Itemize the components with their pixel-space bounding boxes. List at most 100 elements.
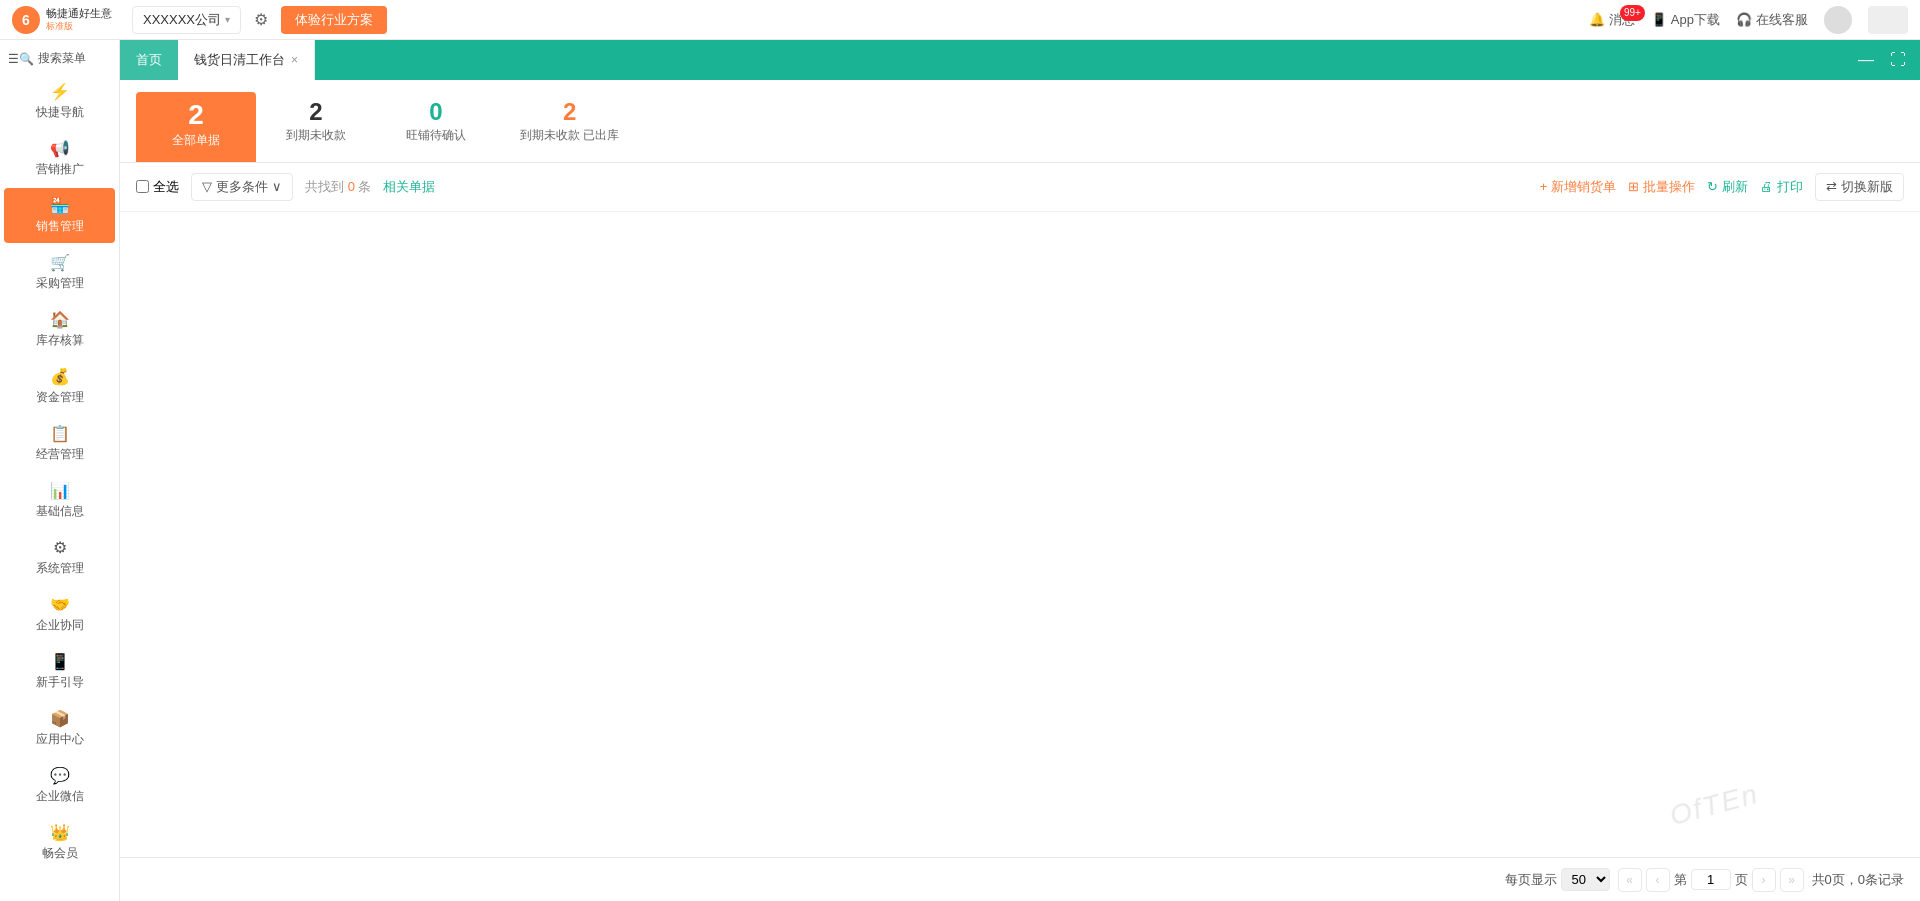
last-page-button[interactable]: » [1780, 868, 1804, 892]
sidebar-item-cooperation[interactable]: 🤝 企业协同 [4, 587, 115, 642]
page-number-input[interactable] [1691, 869, 1731, 890]
tab-active[interactable]: 钱货日清工作台 × [178, 40, 315, 80]
sidebar-item-label-quick-nav: 快捷导航 [36, 104, 84, 121]
search-menu-item[interactable]: ☰🔍 搜索菜单 [0, 44, 119, 73]
stat-tab-overdue[interactable]: 2 到期未收款 [256, 92, 376, 162]
app-download-button[interactable]: 📱 App下载 [1651, 11, 1720, 29]
sidebar-item-quick-nav[interactable]: ⚡ 快捷导航 [4, 74, 115, 129]
sidebar-item-label-marketing: 营销推广 [36, 161, 84, 178]
sidebar-item-wechat[interactable]: 💬 企业微信 [4, 758, 115, 813]
select-all-label: 全选 [153, 178, 179, 196]
pagination: 每页显示 50 « ‹ 第 页 › » 共0页，0条记录 [120, 857, 1920, 901]
member-icon: 👑 [50, 823, 70, 842]
first-page-button[interactable]: « [1618, 868, 1642, 892]
sidebar-item-inventory[interactable]: 🏠 库存核算 [4, 302, 115, 357]
stat-label-shipped: 到期未收款 已出库 [520, 127, 619, 144]
total-records-label: 共0页，0条记录 [1812, 871, 1904, 889]
add-sales-order-button[interactable]: + 新增销货单 [1540, 178, 1616, 196]
stat-tab-pending[interactable]: 0 旺铺待确认 [376, 92, 496, 162]
batch-operation-button[interactable]: ⊞ 批量操作 [1628, 178, 1695, 196]
search-icon: ☰🔍 [8, 52, 34, 66]
page-size-selector: 每页显示 50 [1505, 868, 1610, 891]
stat-label-all: 全部单据 [172, 132, 220, 149]
filter-button[interactable]: ▽ 更多条件 ∨ [191, 173, 293, 201]
guide-icon: 📱 [50, 652, 70, 671]
sidebar-item-base-info[interactable]: 📊 基础信息 [4, 473, 115, 528]
sidebar-item-label-base-info: 基础信息 [36, 503, 84, 520]
sidebar-item-label-operations: 经营管理 [36, 446, 84, 463]
sidebar-item-member[interactable]: 👑 畅会员 [4, 815, 115, 870]
sidebar-item-guide[interactable]: 📱 新手引导 [4, 644, 115, 699]
sidebar-item-label-purchase: 采购管理 [36, 275, 84, 292]
stat-label-pending: 旺铺待确认 [406, 127, 466, 144]
toolbar-right: + 新增销货单 ⊞ 批量操作 ↻ 刷新 🖨 打印 ⇄ [1540, 173, 1904, 201]
filter-label: 更多条件 [216, 178, 268, 196]
switch-icon: ⇄ [1826, 179, 1837, 194]
system-icon: ⚙ [53, 538, 67, 557]
sidebar-item-app-center[interactable]: 📦 应用中心 [4, 701, 115, 756]
page-size-select-input[interactable]: 50 [1561, 868, 1610, 891]
next-page-button[interactable]: › [1752, 868, 1776, 892]
avatar[interactable] [1824, 6, 1852, 34]
sidebar-item-label-system: 系统管理 [36, 560, 84, 577]
operations-icon: 📋 [50, 424, 70, 443]
select-all-input[interactable] [136, 180, 149, 193]
sidebar-item-label-sales: 销售管理 [36, 218, 84, 235]
stat-num-pending: 0 [429, 98, 442, 127]
page-navigation: « ‹ 第 页 › » [1618, 868, 1804, 892]
wechat-icon: 💬 [50, 766, 70, 785]
user-name-block[interactable] [1868, 6, 1908, 34]
sidebar-item-purchase[interactable]: 🛒 采购管理 [4, 245, 115, 300]
purchase-icon: 🛒 [50, 253, 70, 272]
sidebar-item-label-inventory: 库存核算 [36, 332, 84, 349]
found-num: 0 [348, 179, 355, 194]
sidebar-item-operations[interactable]: 📋 经营管理 [4, 416, 115, 471]
switch-version-button[interactable]: ⇄ 切换新版 [1815, 173, 1904, 201]
logo-area: 6 畅捷通好生意 标准版 [12, 6, 132, 34]
sidebar-item-sales[interactable]: 🏪 销售管理 [4, 188, 115, 243]
logo-badge: 标准版 [46, 20, 112, 33]
refresh-button[interactable]: ↻ 刷新 [1707, 178, 1748, 196]
sales-icon: 🏪 [50, 196, 70, 215]
stat-label-overdue: 到期未收款 [286, 127, 346, 144]
sidebar: ☰🔍 搜索菜单 ⚡ 快捷导航 📢 营销推广 🏪 销售管理 🛒 采购管理 🏠 库存… [0, 40, 120, 901]
sidebar-item-finance[interactable]: 💰 资金管理 [4, 359, 115, 414]
sidebar-item-label-finance: 资金管理 [36, 389, 84, 406]
toolbar: 全选 ▽ 更多条件 ∨ 共找到 0 条 相关单据 + 新增销货单 ⊞ [120, 163, 1920, 212]
print-label: 打印 [1777, 178, 1803, 196]
main-layout: ☰🔍 搜索菜单 ⚡ 快捷导航 📢 营销推广 🏪 销售管理 🛒 采购管理 🏠 库存… [0, 40, 1920, 901]
maximize-icon[interactable]: ⛶ [1884, 46, 1912, 74]
online-service-button[interactable]: 🎧 在线客服 [1736, 11, 1808, 29]
message-badge: 99+ [1620, 5, 1645, 21]
sidebar-item-system[interactable]: ⚙ 系统管理 [4, 530, 115, 585]
batch-label: 批量操作 [1643, 178, 1695, 196]
stat-tab-all[interactable]: 2 全部单据 [136, 92, 256, 162]
tab-active-label: 钱货日清工作台 [194, 51, 285, 69]
print-icon: 🖨 [1760, 179, 1773, 194]
message-button[interactable]: 🔔 消息 99+ [1589, 11, 1635, 29]
download-icon: 📱 [1651, 12, 1667, 27]
refresh-icon: ↻ [1707, 179, 1718, 194]
refresh-label: 刷新 [1722, 178, 1748, 196]
service-icon: 🎧 [1736, 12, 1752, 27]
company-selector[interactable]: XXXXXX公司 ▾ [132, 6, 241, 34]
page-suffix: 页 [1735, 871, 1748, 889]
logo-icon: 6 [12, 6, 40, 34]
print-button[interactable]: 🖨 打印 [1760, 178, 1803, 196]
settings-icon[interactable]: ⚙ [247, 6, 275, 34]
select-all-checkbox[interactable]: 全选 [136, 178, 179, 196]
cooperation-icon: 🤝 [50, 595, 70, 614]
related-link[interactable]: 相关单据 [383, 178, 435, 196]
trial-button[interactable]: 体验行业方案 [281, 6, 387, 34]
search-menu-label: 搜索菜单 [38, 50, 86, 67]
close-tab-icon[interactable]: × [291, 53, 298, 67]
sidebar-item-label-member: 畅会员 [42, 845, 78, 862]
per-page-label: 每页显示 [1505, 871, 1557, 889]
prev-page-button[interactable]: ‹ [1646, 868, 1670, 892]
minimize-icon[interactable]: — [1852, 46, 1880, 74]
quick-nav-icon: ⚡ [50, 82, 70, 101]
stat-tab-shipped[interactable]: 2 到期未收款 已出库 [496, 92, 643, 162]
stats-tabs: 2 全部单据 2 到期未收款 0 旺铺待确认 2 到期未收款 已出库 [120, 80, 1920, 163]
tab-home[interactable]: 首页 [120, 40, 178, 80]
sidebar-item-marketing[interactable]: 📢 营销推广 [4, 131, 115, 186]
